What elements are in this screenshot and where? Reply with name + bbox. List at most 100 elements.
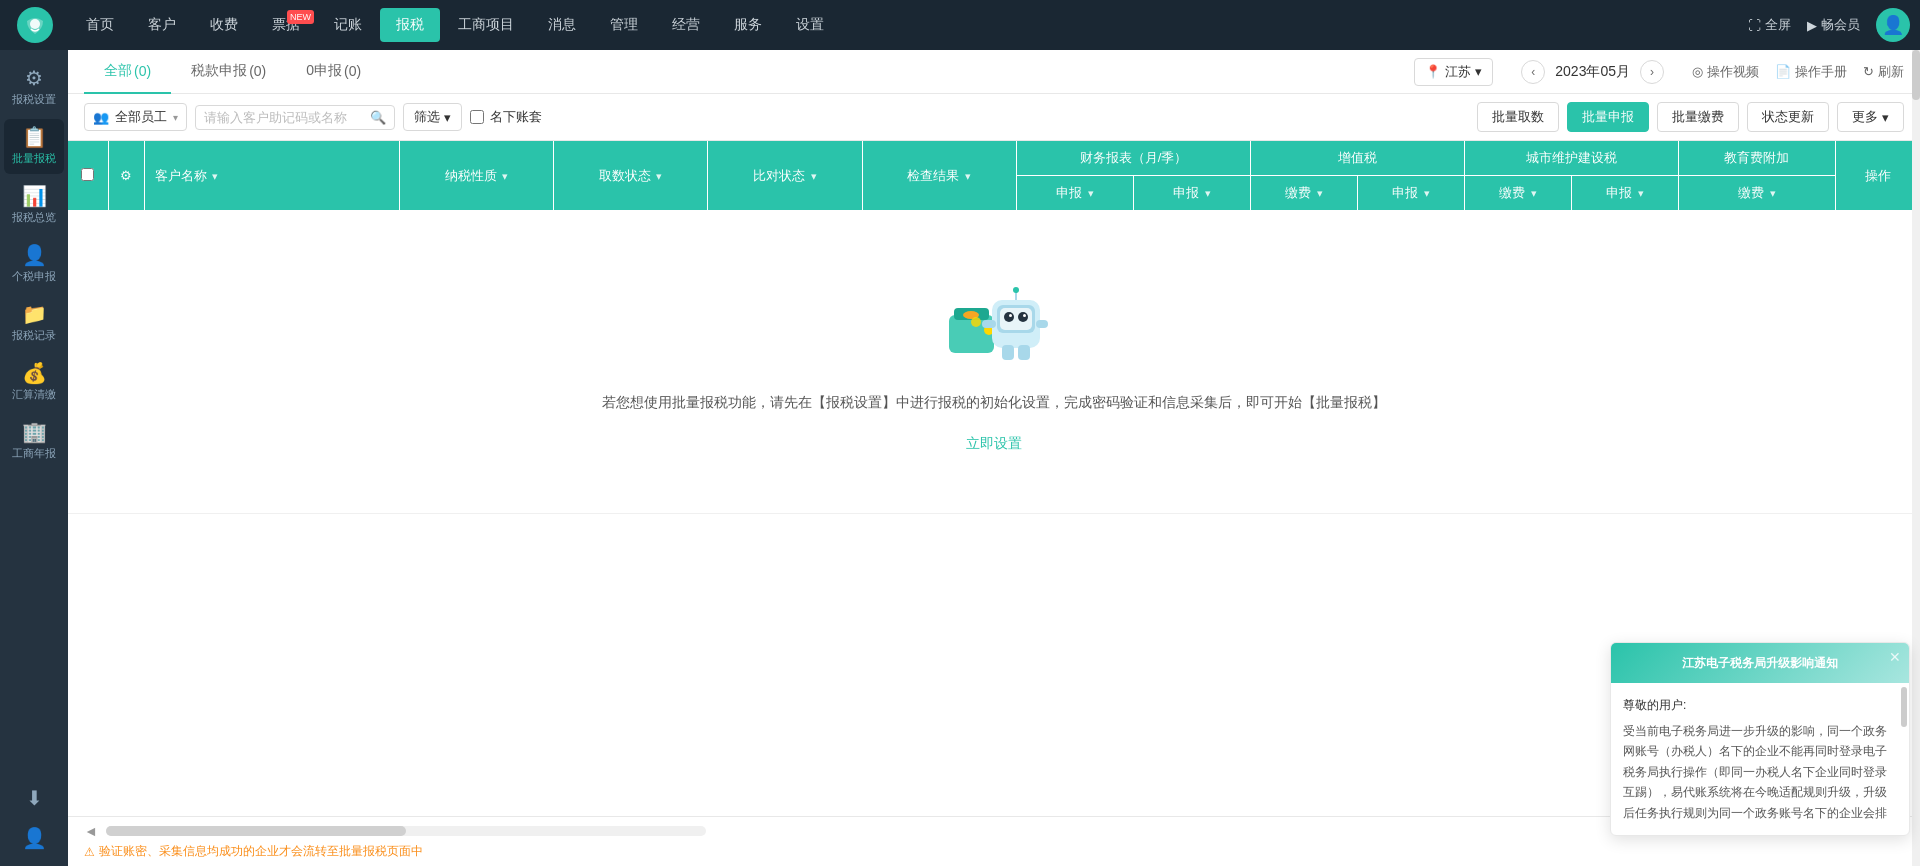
- prev-month-btn[interactable]: ‹: [1521, 60, 1545, 84]
- account-checkbox-label[interactable]: 名下账套: [470, 108, 542, 126]
- notif-scrollbar-thumb: [1901, 687, 1907, 727]
- warning-icon: ⚠: [84, 845, 95, 859]
- fetch-filter-icon[interactable]: ▾: [656, 170, 662, 182]
- fin-declare-filter[interactable]: ▾: [1088, 187, 1094, 199]
- next-month-btn[interactable]: ›: [1640, 60, 1664, 84]
- download-icon: ⬇: [26, 788, 43, 808]
- right-scrollbar[interactable]: [1912, 50, 1920, 866]
- scroll-left-icon: ◄: [84, 823, 98, 839]
- employee-chevron-icon: ▾: [173, 112, 178, 123]
- svg-point-10: [1004, 312, 1014, 322]
- sidebar-item-profile[interactable]: 👤: [4, 820, 64, 856]
- more-btn[interactable]: 更多 ▾: [1837, 102, 1904, 132]
- location-icon: 📍: [1425, 64, 1441, 79]
- svg-point-11: [1018, 312, 1028, 322]
- user-avatar[interactable]: 👤: [1876, 8, 1910, 42]
- status-update-btn[interactable]: 状态更新: [1747, 102, 1829, 132]
- nav-item-business[interactable]: 工商项目: [442, 8, 530, 42]
- horizontal-scrollbar[interactable]: [106, 826, 706, 836]
- app-logo: [10, 7, 60, 43]
- data-table: ⚙ 客户名称 ▾ 纳税性质 ▾ 取数状态 ▾ 比对状态 ▾: [68, 141, 1920, 514]
- empty-message: 若您想使用批量报税功能，请先在【报税设置】中进行报税的初始化设置，完成密码验证和…: [602, 390, 1386, 415]
- empty-state-row: 若您想使用批量报税功能，请先在【报税设置】中进行报税的初始化设置，完成密码验证和…: [68, 210, 1920, 514]
- notification-panel: 江苏电子税务局升级影响通知 ✕ 尊敬的用户: 受当前电子税务局进一步升级的影响，…: [1610, 642, 1910, 836]
- video-icon: ◎: [1692, 64, 1703, 79]
- sidebar-item-annual-report[interactable]: 🏢 工商年报: [4, 414, 64, 469]
- th-client-name: 客户名称 ▾: [144, 141, 399, 210]
- setup-link[interactable]: 立即设置: [966, 435, 1022, 453]
- nav-item-client[interactable]: 客户: [132, 8, 192, 42]
- client-filter-icon[interactable]: ▾: [212, 170, 218, 182]
- operation-video-btn[interactable]: ◎ 操作视频: [1692, 63, 1759, 81]
- search-input[interactable]: [204, 110, 364, 125]
- select-all-checkbox[interactable]: [81, 168, 94, 181]
- tab-tax-declare[interactable]: 税款申报 (0): [171, 50, 286, 94]
- check-filter-icon[interactable]: ▾: [965, 170, 971, 182]
- top-navigation: 首页 客户 收费 票据 NEW 记账 报税 工商项目 消息 管理 经营 服务 设…: [0, 0, 1920, 50]
- search-icon: 🔍: [370, 110, 386, 125]
- batch-pay-btn[interactable]: 批量缴费: [1657, 102, 1739, 132]
- sidebar-item-personal-tax[interactable]: 👤 个税申报: [4, 237, 64, 292]
- th-check-result: 检查结果 ▾: [862, 141, 1016, 210]
- new-badge: NEW: [287, 10, 314, 24]
- city-declare-filter[interactable]: ▾: [1424, 187, 1430, 199]
- tab-all[interactable]: 全部 (0): [84, 50, 171, 94]
- compare-filter-icon[interactable]: ▾: [811, 170, 817, 182]
- employee-icon: 👥: [93, 110, 109, 125]
- manual-icon: 📄: [1775, 64, 1791, 79]
- fullscreen-btn[interactable]: ⛶ 全屏: [1748, 16, 1791, 34]
- play-icon: ▶: [1807, 18, 1817, 33]
- tabs-bar: 全部 (0) 税款申报 (0) 0申报 (0) 📍 江苏 ▾ ‹: [68, 50, 1920, 94]
- svg-point-15: [1013, 287, 1019, 293]
- th-fin-declare: 申报 ▾: [1016, 176, 1133, 211]
- th-edu-surcharge: 教育费附加: [1678, 141, 1835, 176]
- notification-close-btn[interactable]: ✕: [1889, 649, 1901, 665]
- sidebar-item-tax-settings[interactable]: ⚙ 报税设置: [4, 60, 64, 115]
- tabs-region-group: 📍 江苏 ▾ ‹ 2023年05月 › ◎ 操作视频 📄 操作: [1414, 58, 1904, 86]
- sidebar-item-tax-records[interactable]: 📁 报税记录: [4, 296, 64, 351]
- nav-item-bookkeeping[interactable]: 记账: [318, 8, 378, 42]
- notif-scrollbar[interactable]: [1901, 683, 1907, 835]
- nav-item-billing[interactable]: 收费: [194, 8, 254, 42]
- edu-declare-filter[interactable]: ▾: [1638, 187, 1644, 199]
- nav-item-home[interactable]: 首页: [70, 8, 130, 42]
- refresh-btn[interactable]: ↻ 刷新: [1863, 63, 1904, 81]
- vat-declare-filter[interactable]: ▾: [1205, 187, 1211, 199]
- nav-item-invoice[interactable]: 票据 NEW: [256, 8, 316, 42]
- member-btn[interactable]: ▶ 畅会员: [1807, 16, 1860, 34]
- edu-pay-filter[interactable]: ▾: [1770, 187, 1776, 199]
- batch-declare-btn[interactable]: 批量申报: [1567, 102, 1649, 132]
- nav-item-tax[interactable]: 报税: [380, 8, 440, 42]
- th-vat-declare: 申报 ▾: [1134, 176, 1251, 211]
- settlement-icon: 💰: [22, 363, 47, 383]
- operation-manual-btn[interactable]: 📄 操作手册: [1775, 63, 1847, 81]
- tab-zero-declare[interactable]: 0申报 (0): [286, 50, 381, 94]
- region-select[interactable]: 📍 江苏 ▾: [1414, 58, 1493, 86]
- vat-pay-filter[interactable]: ▾: [1317, 187, 1323, 199]
- th-vat: 增值税: [1251, 141, 1465, 176]
- nav-item-management[interactable]: 管理: [594, 8, 654, 42]
- nav-item-operations[interactable]: 经营: [656, 8, 716, 42]
- svg-rect-19: [1036, 320, 1048, 328]
- nav-item-settings[interactable]: 设置: [780, 8, 840, 42]
- city-pay-filter[interactable]: ▾: [1531, 187, 1537, 199]
- th-city-pay: 缴费 ▾: [1465, 176, 1572, 211]
- personal-tax-icon: 👤: [22, 245, 47, 265]
- month-display: 2023年05月: [1555, 63, 1630, 81]
- notif-greeting: 尊敬的用户:: [1623, 695, 1897, 715]
- sidebar-item-download[interactable]: ⬇: [4, 780, 64, 816]
- fullscreen-icon: ⛶: [1748, 18, 1761, 33]
- toolbar: 👥 全部员工 ▾ 🔍 筛选 ▾ 名下账套 批量取数 批量申报 批量缴费 状态更新: [68, 94, 1920, 141]
- svg-point-1: [30, 19, 40, 29]
- sidebar-item-batch-tax[interactable]: 📋 批量报税: [4, 119, 64, 174]
- tax-type-filter-icon[interactable]: ▾: [502, 170, 508, 182]
- nav-item-services[interactable]: 服务: [718, 8, 778, 42]
- more-chevron-icon: ▾: [1882, 110, 1889, 125]
- nav-item-messages[interactable]: 消息: [532, 8, 592, 42]
- filter-btn[interactable]: 筛选 ▾: [403, 103, 462, 131]
- sidebar-item-tax-overview[interactable]: 📊 报税总览: [4, 178, 64, 233]
- batch-fetch-btn[interactable]: 批量取数: [1477, 102, 1559, 132]
- employee-select[interactable]: 👥 全部员工 ▾: [84, 103, 187, 131]
- sidebar-item-settlement[interactable]: 💰 汇算清缴: [4, 355, 64, 410]
- account-checkbox[interactable]: [470, 110, 484, 124]
